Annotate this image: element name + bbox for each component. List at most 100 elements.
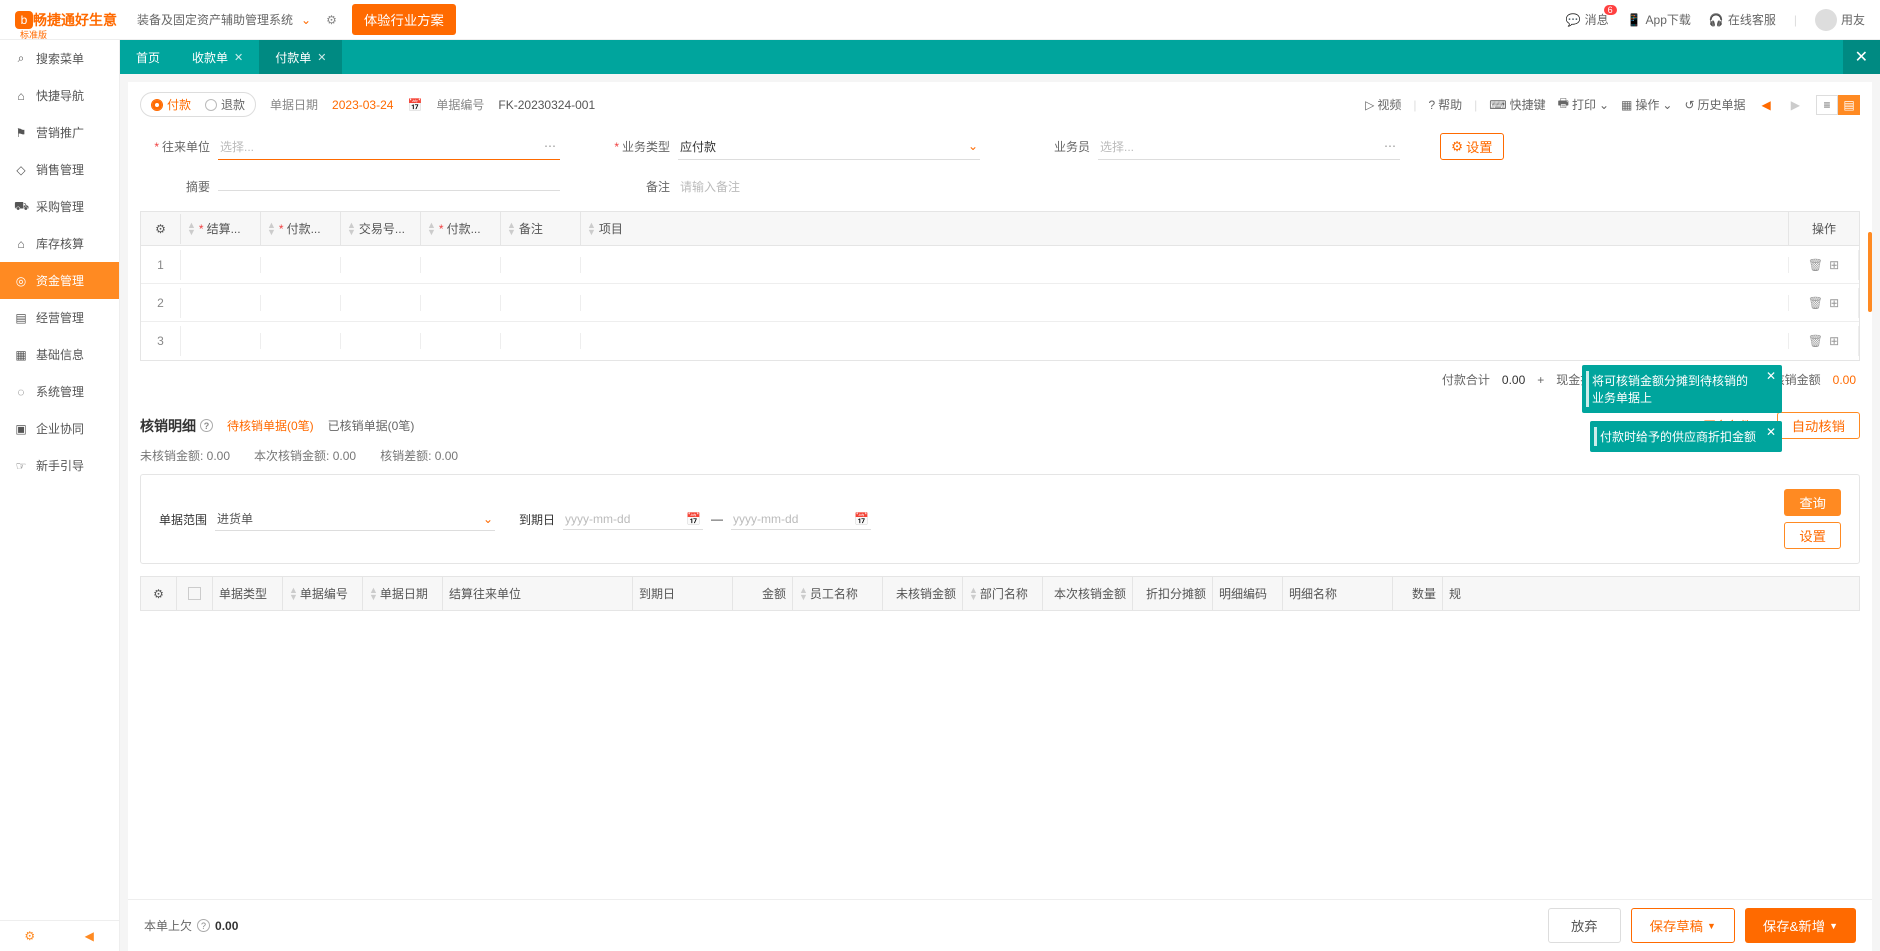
dcol-spec[interactable]: 规	[1443, 577, 1473, 610]
sidebar-marketing[interactable]: ⚑营销推广	[0, 114, 119, 151]
range-select[interactable]: 进货单⌄	[215, 507, 495, 531]
save-new-button[interactable]: 保存&新增▼	[1745, 908, 1856, 943]
due-from-input[interactable]: yyyy-mm-dd📅	[563, 509, 703, 530]
tab-done[interactable]: 已核销单据(0笔)	[328, 417, 415, 434]
close-icon[interactable]: ✕	[234, 51, 243, 64]
close-icon[interactable]: ✕	[1766, 369, 1776, 383]
tab-receipt[interactable]: 收款单✕	[176, 40, 259, 74]
calendar-icon: 📅	[854, 512, 869, 526]
gear-icon[interactable]: ⚙	[326, 13, 337, 27]
table-row[interactable]: 3 🗑⊞	[141, 322, 1859, 360]
user-menu[interactable]: 用友	[1815, 9, 1865, 31]
sidebar-funds[interactable]: ◎资金管理	[0, 262, 119, 299]
filter-settings-button[interactable]: 设置	[1784, 522, 1841, 549]
sidebar-collab[interactable]: ▣企业协同	[0, 410, 119, 447]
sidebar-quick-nav[interactable]: ⌂快捷导航	[0, 77, 119, 114]
system-selector[interactable]: 装备及固定资产辅助管理系统 ⌄	[137, 11, 311, 28]
sidebar-search-menu[interactable]: ⌕搜索菜单	[0, 40, 119, 77]
shortcut-link[interactable]: ⌨快捷键	[1489, 96, 1545, 113]
next-arrow[interactable]: ▶	[1787, 98, 1804, 112]
online-service-link[interactable]: 🎧 在线客服	[1709, 11, 1776, 28]
dcol-detailno[interactable]: 明细编码	[1213, 577, 1283, 610]
tab-home[interactable]: 首页	[120, 40, 176, 74]
scroll-indicator[interactable]	[1868, 232, 1872, 312]
help-link[interactable]: ?帮助	[1428, 96, 1462, 113]
copy-icon[interactable]: ⊞	[1829, 258, 1839, 272]
sidebar-sales[interactable]: ◇销售管理	[0, 151, 119, 188]
dcol-vendor[interactable]: 结算往来单位	[443, 577, 633, 610]
delete-icon[interactable]: 🗑	[1808, 334, 1823, 348]
sidebar-footer: ⚙ ◀	[0, 920, 119, 951]
remark-input[interactable]: 请输入备注	[678, 174, 980, 199]
dcol-detailname[interactable]: 明细名称	[1283, 577, 1393, 610]
sidebar-purchase[interactable]: ⛟采购管理	[0, 188, 119, 225]
dcol-thiswrite[interactable]: 本次核销金额	[1043, 577, 1133, 610]
close-icon[interactable]: ✕	[317, 51, 326, 64]
sidebar-guide[interactable]: ☞新手引导	[0, 447, 119, 484]
col-settle[interactable]: ▲▼*结算...	[181, 212, 261, 245]
close-all-tabs[interactable]: ✕	[1843, 40, 1880, 74]
dcol-unwrite[interactable]: 未核销金额	[883, 577, 963, 610]
dcol-due[interactable]: 到期日	[633, 577, 733, 610]
delete-icon[interactable]: 🗑	[1808, 258, 1823, 272]
sidebar-basic-info[interactable]: ▦基础信息	[0, 336, 119, 373]
messages-link[interactable]: 💬 消息 6	[1566, 11, 1609, 28]
table-row[interactable]: 1 🗑⊞	[141, 246, 1859, 284]
help-icon[interactable]: ?	[197, 919, 210, 932]
table-row[interactable]: 2 🗑⊞	[141, 284, 1859, 322]
sort-icon: ▲▼	[267, 222, 276, 236]
col-remark[interactable]: ▲▼备注	[501, 212, 581, 245]
radio-refund[interactable]: 退款	[205, 96, 245, 113]
ops-link[interactable]: ▦操作⌄	[1621, 96, 1672, 113]
dcol-dept[interactable]: ▲▼部门名称	[963, 577, 1043, 610]
search-button[interactable]: 查询	[1784, 489, 1841, 516]
video-link[interactable]: ▷视频	[1365, 96, 1401, 113]
help-icon[interactable]: ?	[200, 419, 213, 432]
app-download-link[interactable]: 📱 App下载	[1627, 11, 1691, 28]
print-link[interactable]: 🖶打印⌄	[1558, 94, 1609, 115]
radio-pay[interactable]: 付款	[151, 96, 191, 113]
document-date[interactable]: 2023-03-24	[332, 98, 393, 112]
sidebar-operations[interactable]: ▤经营管理	[0, 299, 119, 336]
column-settings[interactable]: ⚙	[141, 214, 181, 244]
col-txn[interactable]: ▲▼交易号...	[341, 212, 421, 245]
auto-writeoff-button[interactable]: 自动核销	[1777, 412, 1860, 439]
close-icon[interactable]: ✕	[1766, 425, 1776, 439]
due-to-input[interactable]: yyyy-mm-dd📅	[731, 509, 871, 530]
dcol-date[interactable]: ▲▼单据日期	[363, 577, 443, 610]
dcol-discount[interactable]: 折扣分摊额	[1133, 577, 1213, 610]
dcol-staff[interactable]: ▲▼员工名称	[793, 577, 883, 610]
summary-input[interactable]	[218, 182, 560, 191]
try-industry-button[interactable]: 体验行业方案	[352, 4, 456, 35]
calendar-icon[interactable]: 📅	[407, 98, 422, 112]
dcol-no[interactable]: ▲▼单据编号	[283, 577, 363, 610]
dcol-amount[interactable]: 金额	[733, 577, 793, 610]
sidebar-footer-collapse[interactable]: ◀	[60, 921, 120, 951]
col-pay[interactable]: ▲▼*付款...	[261, 212, 341, 245]
delete-icon[interactable]: 🗑	[1808, 296, 1823, 310]
vendor-input[interactable]: 选择...⋯	[218, 134, 560, 160]
save-draft-button[interactable]: 保存草稿▼	[1631, 908, 1735, 943]
detail-col-settings[interactable]: ⚙	[141, 577, 177, 610]
tab-pending[interactable]: 待核销单据(0笔)	[227, 417, 314, 434]
dcol-qty[interactable]: 数量	[1393, 577, 1443, 610]
col-project[interactable]: ▲▼项目	[581, 212, 1789, 245]
callout-group: 将可核销金额分摊到待核销的业务单据上 ✕ 付款时给予的供应商折扣金额 ✕	[1582, 365, 1782, 452]
prev-arrow[interactable]: ◀	[1758, 98, 1775, 112]
tab-payment[interactable]: 付款单✕	[259, 40, 342, 74]
sidebar-system[interactable]: ◌系统管理	[0, 373, 119, 410]
detail-col-checkbox[interactable]	[177, 577, 213, 610]
copy-icon[interactable]: ⊞	[1829, 334, 1839, 348]
view-detail[interactable]: ▤	[1838, 95, 1860, 115]
dcol-type[interactable]: 单据类型	[213, 577, 283, 610]
copy-icon[interactable]: ⊞	[1829, 296, 1839, 310]
history-link[interactable]: ↺历史单据	[1684, 96, 1745, 113]
sidebar-inventory[interactable]: ⌂库存核算	[0, 225, 119, 262]
sidebar-footer-gear[interactable]: ⚙	[0, 921, 60, 951]
abandon-button[interactable]: 放弃	[1548, 908, 1621, 943]
view-list[interactable]: ≡	[1816, 95, 1838, 115]
settings-button[interactable]: ⚙设置	[1440, 133, 1504, 160]
col-pay2[interactable]: ▲▼*付款...	[421, 212, 501, 245]
biztype-select[interactable]: 应付款⌄	[678, 134, 980, 160]
staff-input[interactable]: 选择...⋯	[1098, 134, 1400, 160]
